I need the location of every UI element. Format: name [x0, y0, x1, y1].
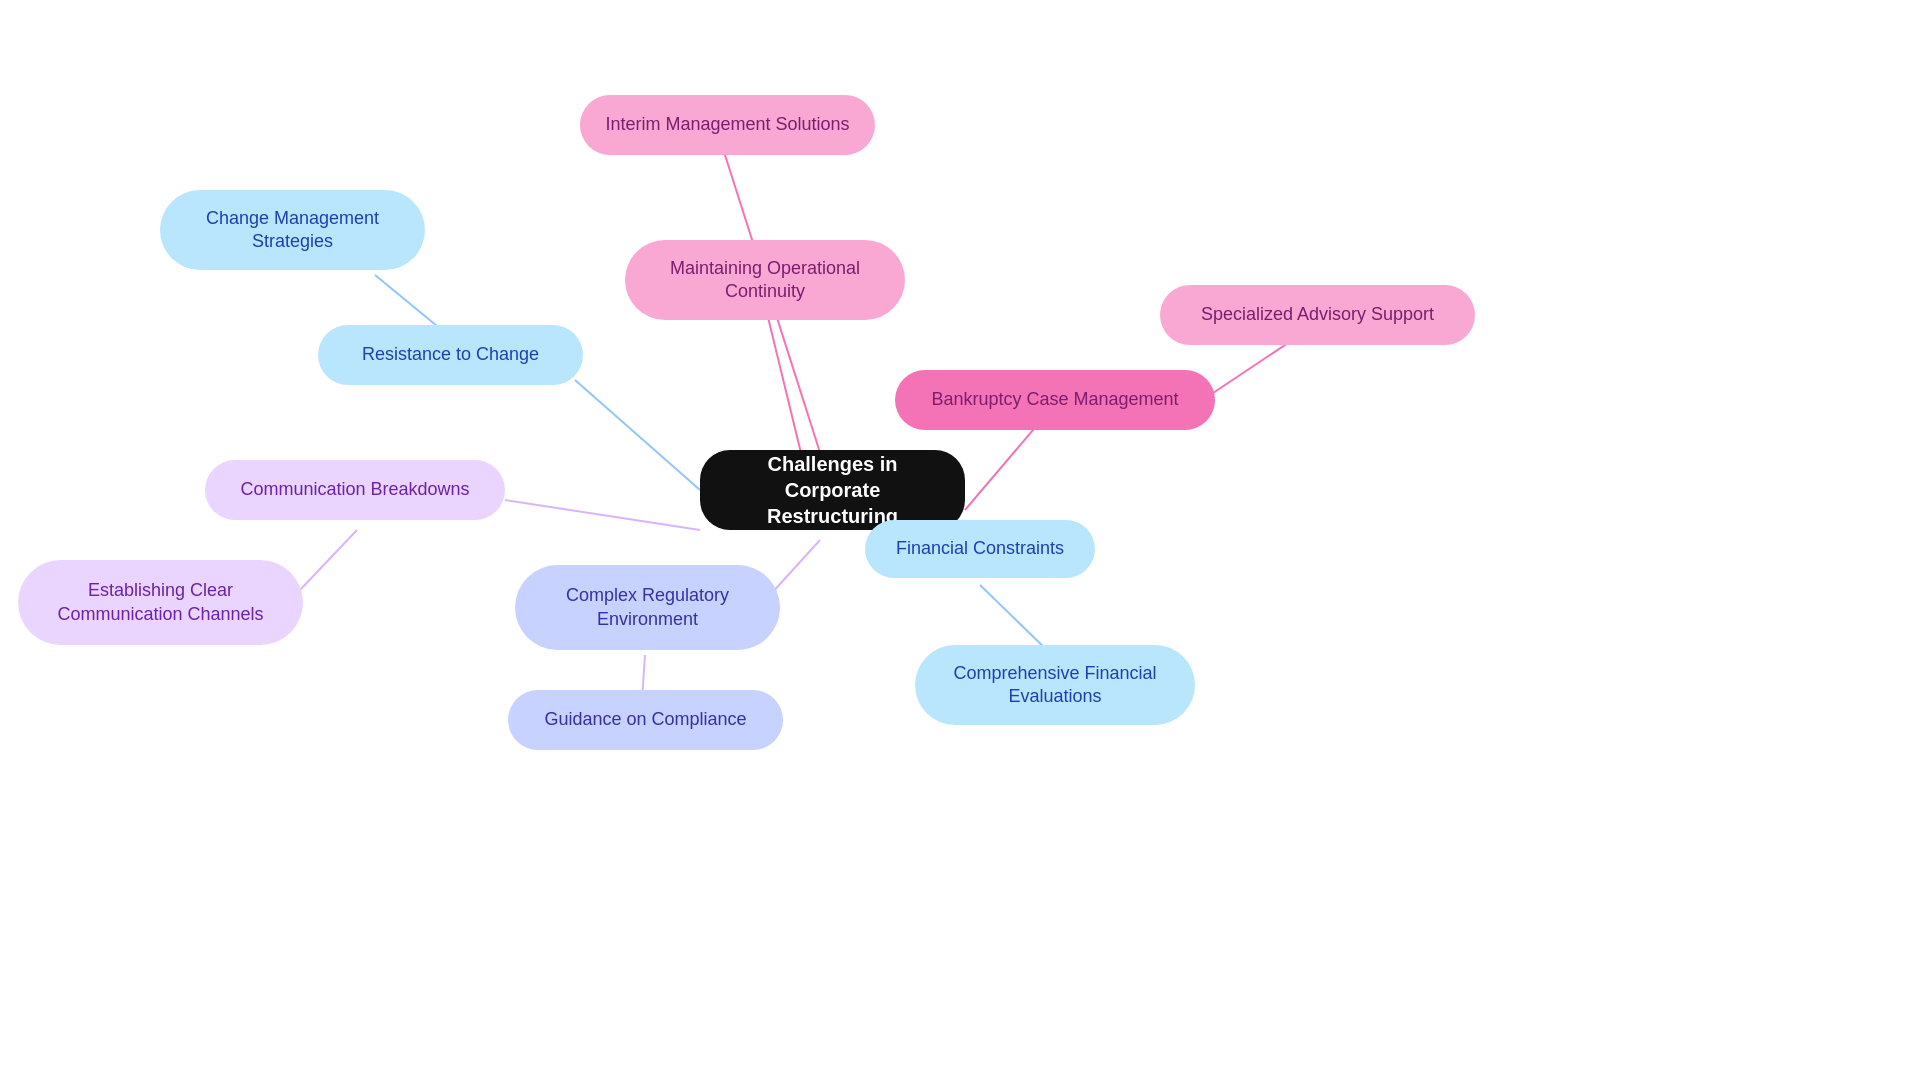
guidance-compliance-node: Guidance on Compliance [508, 690, 783, 750]
svg-line-9 [300, 530, 357, 590]
maintaining-operational-node: Maintaining Operational Continuity [625, 240, 905, 320]
svg-line-8 [505, 500, 700, 530]
establishing-clear-node: Establishing Clear Communication Channel… [18, 560, 303, 645]
interim-management-node: Interim Management Solutions [580, 95, 875, 155]
communication-breakdowns-node: Communication Breakdowns [205, 460, 505, 520]
complex-regulatory-node: Complex Regulatory Environment [515, 565, 780, 650]
svg-line-10 [575, 380, 700, 490]
svg-line-6 [770, 540, 820, 595]
bankruptcy-case-node: Bankruptcy Case Management [895, 370, 1215, 430]
comprehensive-financial-node: Comprehensive Financial Evaluations [915, 645, 1195, 725]
financial-constraints-node: Financial Constraints [865, 520, 1095, 578]
resistance-to-change-node: Resistance to Change [318, 325, 583, 385]
svg-line-0 [725, 155, 832, 490]
center-node: Challenges in Corporate Restructuring [700, 450, 965, 530]
change-management-node: Change Management Strategies [160, 190, 425, 270]
specialized-advisory-node: Specialized Advisory Support [1160, 285, 1475, 345]
